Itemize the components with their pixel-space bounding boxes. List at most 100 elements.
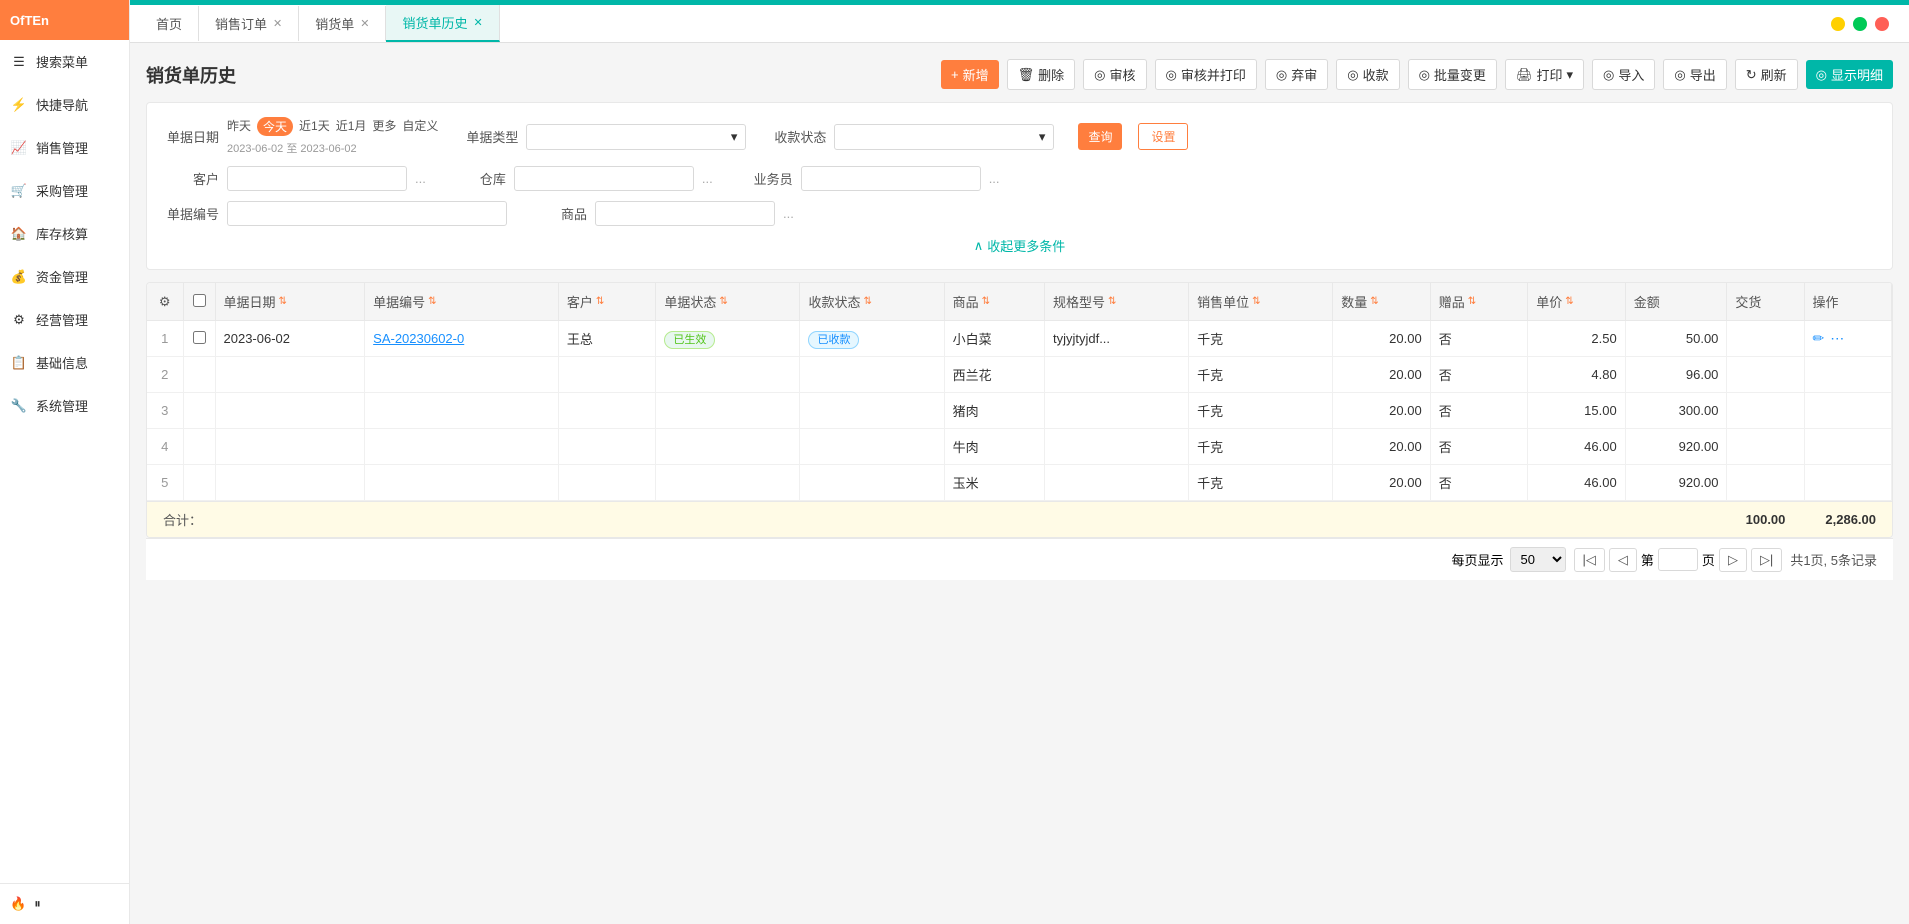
salesman-input[interactable] bbox=[801, 166, 981, 191]
date-btn-7days[interactable]: 近1天 bbox=[299, 117, 330, 136]
th-qty[interactable]: 数量⇅ bbox=[1333, 283, 1431, 321]
doc-no-link[interactable]: SA-20230602-0 bbox=[373, 331, 464, 346]
maximize-button[interactable] bbox=[1853, 17, 1867, 31]
print-icon: 🖨 bbox=[1516, 67, 1533, 83]
inventory-icon: 🏠 bbox=[10, 225, 28, 243]
show-detail-button[interactable]: ◎ 显示明细 bbox=[1806, 60, 1893, 89]
tab-sales-goods[interactable]: 销货单 ✕ bbox=[299, 6, 386, 41]
add-button[interactable]: + 新增 bbox=[941, 60, 999, 89]
th-check[interactable] bbox=[183, 283, 215, 321]
page-number-input[interactable]: 1 bbox=[1658, 548, 1698, 571]
th-unit-price[interactable]: 单价⇅ bbox=[1528, 283, 1626, 321]
cell-amount: 50.00 bbox=[1625, 321, 1727, 357]
tab-sales-history[interactable]: 销货单历史 ✕ bbox=[386, 5, 499, 42]
cell-row-no: 1 bbox=[147, 321, 183, 357]
tab-sales-order[interactable]: 销售订单 ✕ bbox=[199, 6, 299, 41]
th-gift[interactable]: 赠品⇅ bbox=[1430, 283, 1528, 321]
cell-customer: 王总 bbox=[558, 321, 656, 357]
sidebar-item-fund-mgmt[interactable]: 💰 资金管理 bbox=[0, 255, 129, 298]
th-collect-status[interactable]: 收款状态⇅ bbox=[800, 283, 944, 321]
date-btn-more[interactable]: 更多 bbox=[372, 117, 396, 136]
cell-check[interactable] bbox=[183, 429, 215, 465]
close-button[interactable] bbox=[1875, 17, 1889, 31]
cell-doc-no[interactable] bbox=[365, 429, 559, 465]
settings-button[interactable]: 设置 bbox=[1138, 123, 1188, 150]
goods-dots[interactable]: ... bbox=[783, 206, 794, 221]
customer-input[interactable] bbox=[227, 166, 407, 191]
cell-check[interactable] bbox=[183, 357, 215, 393]
goods-input[interactable] bbox=[595, 201, 775, 226]
table-header-row: ⚙ 单据日期⇅ 单据编号⇅ 客户⇅ 单据状态⇅ 收款状态⇅ 商品⇅ 规格型号⇅ … bbox=[147, 283, 1892, 321]
total-info: 共1页, 5条记录 bbox=[1790, 550, 1877, 569]
date-btn-yesterday[interactable]: 昨天 bbox=[227, 117, 251, 136]
th-doc-no[interactable]: 单据编号⇅ bbox=[365, 283, 559, 321]
th-sales-unit[interactable]: 销售单位⇅ bbox=[1189, 283, 1333, 321]
cell-check[interactable] bbox=[183, 465, 215, 501]
warehouse-label: 仓库 bbox=[450, 169, 506, 188]
collect-status-select[interactable]: ▾ bbox=[834, 124, 1054, 150]
first-page-button[interactable]: |◁ bbox=[1574, 548, 1605, 572]
sidebar-item-quick-nav[interactable]: ⚡ 快捷导航 bbox=[0, 83, 129, 126]
edit-icon[interactable]: ✏ bbox=[1813, 330, 1825, 347]
sidebar-item-basic-info[interactable]: 📋 基础信息 bbox=[0, 341, 129, 384]
cell-check[interactable] bbox=[183, 321, 215, 357]
th-doc-status[interactable]: 单据状态⇅ bbox=[656, 283, 800, 321]
collapse-button[interactable]: ∧ 收起更多条件 bbox=[163, 236, 1876, 255]
last-page-button[interactable]: ▷| bbox=[1751, 548, 1782, 572]
select-all-checkbox[interactable] bbox=[193, 294, 206, 307]
sidebar-item-sys-mgmt[interactable]: 🔧 系统管理 bbox=[0, 384, 129, 427]
sidebar-bottom-left[interactable]: 🔥 ⏸ bbox=[0, 884, 129, 924]
prev-page-button[interactable]: ◁ bbox=[1609, 548, 1637, 572]
cell-doc-no[interactable] bbox=[365, 357, 559, 393]
export-button[interactable]: ◎ 导出 bbox=[1663, 59, 1726, 90]
import-button[interactable]: ◎ 导入 bbox=[1592, 59, 1655, 90]
delete-button[interactable]: 🗑 删除 bbox=[1007, 59, 1076, 90]
tab-close-icon[interactable]: ✕ bbox=[273, 17, 282, 30]
row-checkbox[interactable] bbox=[193, 331, 206, 344]
cell-check[interactable] bbox=[183, 393, 215, 429]
next-page-button[interactable]: ▷ bbox=[1719, 548, 1747, 572]
warehouse-dots[interactable]: ... bbox=[702, 171, 713, 186]
minimize-button[interactable] bbox=[1831, 17, 1845, 31]
cell-collect-status: 已收款 bbox=[800, 321, 944, 357]
doc-no-input[interactable] bbox=[227, 201, 507, 226]
per-page-select[interactable]: 50 10 20 100 bbox=[1510, 547, 1566, 572]
sidebar-item-purchase-mgmt[interactable]: 🛒 采购管理 bbox=[0, 169, 129, 212]
customer-dots[interactable]: ... bbox=[415, 171, 426, 186]
cell-doc-no[interactable] bbox=[365, 393, 559, 429]
th-doc-date[interactable]: 单据日期⇅ bbox=[215, 283, 365, 321]
th-settings[interactable]: ⚙ bbox=[147, 283, 183, 321]
abandon-button[interactable]: ◎ 弃审 bbox=[1265, 59, 1328, 90]
batch-change-button[interactable]: ◎ 批量变更 bbox=[1408, 59, 1497, 90]
query-button[interactable]: 查询 bbox=[1078, 123, 1122, 150]
audit-print-button[interactable]: ◎ 审核并打印 bbox=[1155, 59, 1257, 90]
chevron-down-icon: ▾ bbox=[1039, 129, 1046, 145]
salesman-dots[interactable]: ... bbox=[989, 171, 1000, 186]
tab-home[interactable]: 首页 bbox=[140, 6, 199, 41]
th-goods[interactable]: 商品⇅ bbox=[944, 283, 1044, 321]
date-btn-1month[interactable]: 近1月 bbox=[336, 117, 367, 136]
collect-button[interactable]: ◎ 收款 bbox=[1336, 59, 1399, 90]
detail-icon: ◎ bbox=[1816, 67, 1827, 83]
refresh-button[interactable]: ↻ 刷新 bbox=[1735, 59, 1798, 90]
th-spec[interactable]: 规格型号⇅ bbox=[1044, 283, 1188, 321]
th-customer[interactable]: 客户⇅ bbox=[558, 283, 656, 321]
date-btn-custom[interactable]: 自定义 bbox=[402, 117, 438, 136]
more-icon[interactable]: ⋯ bbox=[1830, 330, 1844, 347]
print-button[interactable]: 🖨 打印 ▾ bbox=[1505, 59, 1584, 90]
warehouse-input[interactable] bbox=[514, 166, 694, 191]
audit-button[interactable]: ◎ 审核 bbox=[1083, 59, 1146, 90]
sidebar-item-ops-mgmt[interactable]: ⚙ 经营管理 bbox=[0, 298, 129, 341]
tab-close-icon[interactable]: ✕ bbox=[474, 16, 483, 29]
date-btn-today[interactable]: 今天 bbox=[257, 117, 293, 136]
fund-icon: 💰 bbox=[10, 268, 28, 286]
sidebar-item-inventory[interactable]: 🏠 库存核算 bbox=[0, 212, 129, 255]
sidebar-item-sales-mgmt[interactable]: 📈 销售管理 bbox=[0, 126, 129, 169]
tab-close-icon[interactable]: ✕ bbox=[360, 17, 369, 30]
sidebar-item-search-menu[interactable]: ☰ 搜索菜单 bbox=[0, 40, 129, 83]
cell-doc-status: 已生效 bbox=[656, 321, 800, 357]
doc-type-select[interactable]: ▾ bbox=[526, 124, 746, 150]
cell-doc-no[interactable] bbox=[365, 465, 559, 501]
cell-doc-no[interactable]: SA-20230602-0 bbox=[365, 321, 559, 357]
cell-doc-status bbox=[656, 429, 800, 465]
